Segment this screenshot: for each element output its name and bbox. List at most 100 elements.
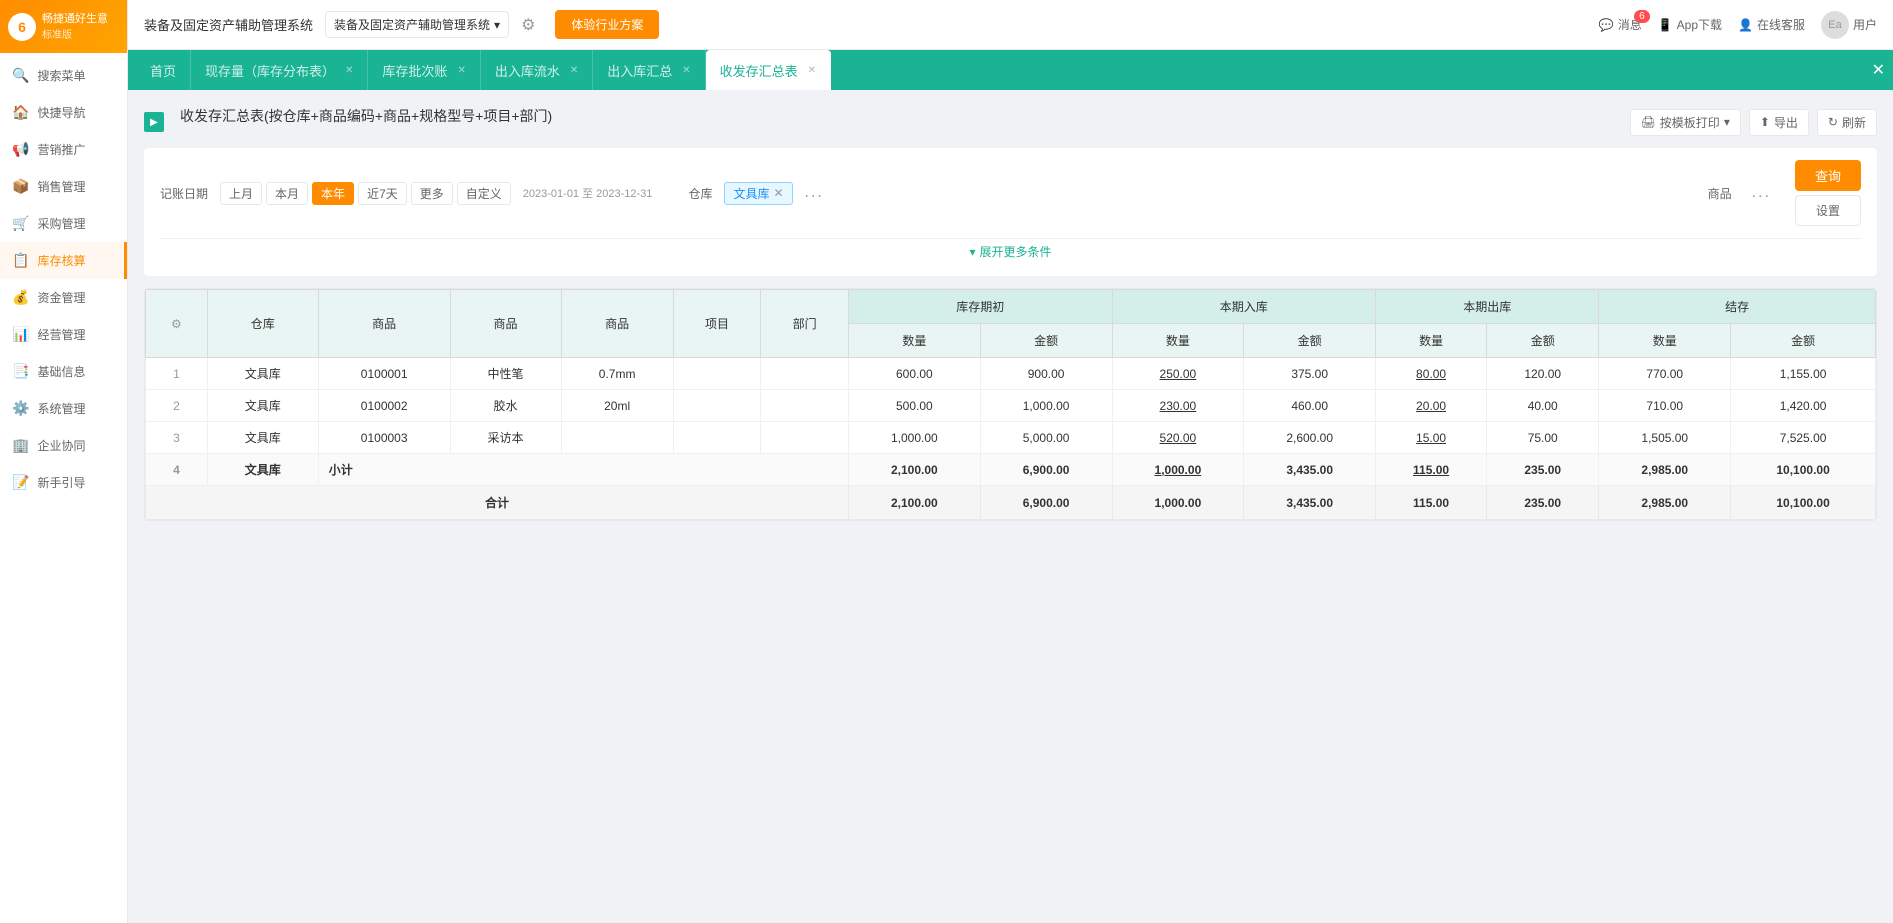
- sidebar-item-label: 营销推广: [37, 141, 85, 158]
- tab-close-icon[interactable]: ✕: [570, 65, 578, 76]
- app-logo: 6: [8, 13, 36, 41]
- th-in-qty: 数量: [1112, 324, 1244, 358]
- subtotal-closing-amt: 10,100.00: [1731, 454, 1876, 486]
- expand-filters-button[interactable]: ▾ 展开更多条件: [160, 238, 1861, 264]
- subtotal-out-qty[interactable]: 115.00: [1376, 454, 1487, 486]
- sidebar-item-system[interactable]: ⚙️ 系统管理: [0, 390, 127, 427]
- search-icon: 🔍: [12, 67, 29, 84]
- sidebar-item-newbie[interactable]: 📝 新手引导: [0, 464, 127, 501]
- row-goods-code: 0100001: [318, 358, 450, 390]
- tab-in-out-flow[interactable]: 出入库流水 ✕: [481, 50, 593, 90]
- row-department: [761, 422, 849, 454]
- date-btn-last-month[interactable]: 上月: [220, 182, 262, 205]
- sidebar-item-inventory[interactable]: 📋 库存核算: [0, 242, 127, 279]
- user-label: 用户: [1853, 16, 1877, 33]
- total-out-qty: 115.00: [1376, 486, 1487, 520]
- query-button[interactable]: 查询: [1795, 160, 1861, 191]
- remove-warehouse-icon[interactable]: ✕: [773, 186, 783, 200]
- sidebar-item-sales[interactable]: 📦 销售管理: [0, 168, 127, 205]
- sidebar-item-purchase[interactable]: 🛒 采购管理: [0, 205, 127, 242]
- finance-icon: 💰: [12, 289, 29, 306]
- subtotal-in-qty[interactable]: 1,000.00: [1112, 454, 1244, 486]
- row-closing-amt: 1,155.00: [1731, 358, 1876, 390]
- row-goods-code: 0100003: [318, 422, 450, 454]
- row-closing-qty: 1,505.00: [1599, 422, 1731, 454]
- tab-label: 现存量（库存分布表）: [205, 61, 335, 80]
- row-num: 2: [146, 390, 208, 422]
- date-btn-more[interactable]: 更多: [411, 182, 453, 205]
- row-in-amt: 2,600.00: [1244, 422, 1376, 454]
- row-goods-name: 采访本: [450, 422, 561, 454]
- total-row: 合计 2,100.00 6,900.00 1,000.00 3,435.00 1…: [146, 486, 1876, 520]
- row-in-qty[interactable]: 230.00: [1112, 390, 1244, 422]
- tab-close-icon[interactable]: ✕: [457, 65, 465, 76]
- date-btn-this-year[interactable]: 本年: [312, 182, 354, 205]
- subtotal-in-amt: 3,435.00: [1244, 454, 1376, 486]
- app-download-action[interactable]: 📱 App下载: [1658, 16, 1722, 33]
- row-in-amt: 375.00: [1244, 358, 1376, 390]
- th-out-amt: 金额: [1487, 324, 1599, 358]
- refresh-button[interactable]: ↻ 刷新: [1817, 109, 1877, 136]
- th-goods-code: 商品: [318, 290, 450, 358]
- print-button[interactable]: 🖨 按模板打印 ▾: [1630, 109, 1741, 136]
- sidebar-item-label: 基础信息: [37, 363, 85, 380]
- warehouse-more-icon[interactable]: ...: [805, 184, 824, 202]
- row-goods-spec: 0.7mm: [561, 358, 673, 390]
- tab-label: 收发存汇总表: [720, 61, 798, 80]
- sidebar-item-corp[interactable]: 🏢 企业协同: [0, 427, 127, 464]
- export-button[interactable]: ⬆ 导出: [1749, 109, 1809, 136]
- date-btn-this-month[interactable]: 本月: [266, 182, 308, 205]
- row-out-amt: 40.00: [1487, 390, 1599, 422]
- data-table: ⚙ 仓库 商品 商品 商品 项目 部门 库存期初 本期入库 本期出库 结存 数量: [145, 289, 1876, 520]
- table-row: 1 文具库 0100001 中性笔 0.7mm 600.00 900.00 25…: [146, 358, 1876, 390]
- sidebar-item-label: 搜索菜单: [37, 67, 85, 84]
- online-service-action[interactable]: 👤 在线客服: [1738, 16, 1805, 33]
- date-btn-custom[interactable]: 自定义: [457, 182, 511, 205]
- filter-settings-button[interactable]: 设置: [1795, 195, 1861, 226]
- try-button[interactable]: 体验行业方案: [555, 10, 659, 39]
- subtotal-opening-amt: 6,900.00: [980, 454, 1112, 486]
- total-label: 合计: [146, 486, 849, 520]
- tab-batch-ledger[interactable]: 库存批次账 ✕: [368, 50, 480, 90]
- tab-close-icon[interactable]: ✕: [682, 65, 690, 76]
- filter-panel: 记账日期 上月 本月 本年 近7天 更多 自定义 2023-01-01 至 20…: [144, 148, 1877, 276]
- sidebar-item-finance[interactable]: 💰 资金管理: [0, 279, 127, 316]
- tab-close-icon[interactable]: ✕: [808, 65, 816, 76]
- row-in-qty[interactable]: 250.00: [1112, 358, 1244, 390]
- tab-close-icon[interactable]: ✕: [345, 65, 353, 76]
- row-in-qty[interactable]: 520.00: [1112, 422, 1244, 454]
- close-all-tabs-button[interactable]: ✕: [1872, 60, 1885, 80]
- print-label: 按模板打印: [1660, 114, 1720, 131]
- tab-home[interactable]: 首页: [136, 50, 191, 90]
- user-action[interactable]: Ea 用户: [1821, 11, 1877, 39]
- total-in-qty: 1,000.00: [1112, 486, 1244, 520]
- total-opening-amt: 6,900.00: [980, 486, 1112, 520]
- system-icon: ⚙️: [12, 400, 29, 417]
- sidebar-item-quick[interactable]: 🏠 快捷导航: [0, 94, 127, 131]
- sidebar-item-marketing[interactable]: 📢 营销推广: [0, 131, 127, 168]
- expand-arrow-icon[interactable]: ▶: [144, 112, 164, 132]
- row-out-qty[interactable]: 80.00: [1376, 358, 1487, 390]
- tab-recv-send-summary[interactable]: 收发存汇总表 ✕: [706, 50, 831, 90]
- sidebar-item-basic[interactable]: 📑 基础信息: [0, 353, 127, 390]
- total-closing-amt: 10,100.00: [1731, 486, 1876, 520]
- system-dropdown[interactable]: 装备及固定资产辅助管理系统 ▾: [325, 11, 509, 38]
- goods-more-icon[interactable]: ...: [1752, 184, 1771, 202]
- row-out-qty[interactable]: 20.00: [1376, 390, 1487, 422]
- row-out-amt: 120.00: [1487, 358, 1599, 390]
- table-settings-header[interactable]: ⚙: [146, 290, 208, 358]
- message-action[interactable]: 💬 消息 6: [1599, 16, 1642, 33]
- settings-gear-icon[interactable]: ⚙: [521, 15, 535, 35]
- sidebar-item-label: 系统管理: [37, 400, 85, 417]
- tab-in-out-summary[interactable]: 出入库汇总 ✕: [593, 50, 705, 90]
- tab-stock-dist[interactable]: 现存量（库存分布表） ✕: [191, 50, 368, 90]
- sidebar: 6 畅捷通好生意 标准版 🔍 搜索菜单 🏠 快捷导航 📢 营销推广 📦 销售管理…: [0, 0, 128, 923]
- sidebar-item-search[interactable]: 🔍 搜索菜单: [0, 57, 127, 94]
- date-btn-7days[interactable]: 近7天: [358, 182, 407, 205]
- page-content: ▶ 收发存汇总表(按仓库+商品编码+商品+规格型号+项目+部门) 🖨 按模板打印…: [128, 90, 1893, 923]
- row-goods-name: 胶水: [450, 390, 561, 422]
- row-out-qty[interactable]: 15.00: [1376, 422, 1487, 454]
- sidebar-item-operation[interactable]: 📊 经营管理: [0, 316, 127, 353]
- print-icon: 🖨: [1641, 115, 1656, 129]
- basic-icon: 📑: [12, 363, 29, 380]
